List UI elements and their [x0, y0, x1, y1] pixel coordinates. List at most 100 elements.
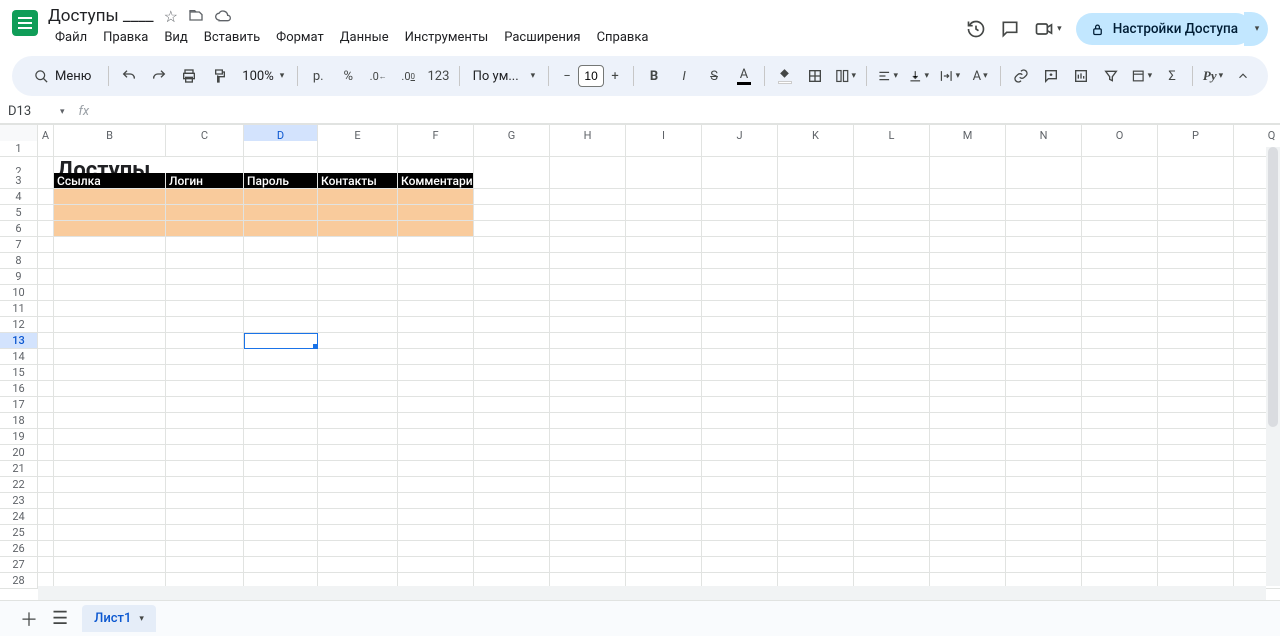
link-button[interactable]: [1008, 62, 1034, 90]
cell-H17[interactable]: [550, 397, 626, 413]
formula-input[interactable]: [97, 100, 1280, 123]
cell-L3[interactable]: [854, 173, 930, 189]
cell-H26[interactable]: [550, 541, 626, 557]
cell-P6[interactable]: [1158, 221, 1234, 237]
cell-A24[interactable]: [38, 509, 54, 525]
cell-N23[interactable]: [1006, 493, 1082, 509]
cell-F10[interactable]: [398, 285, 474, 301]
cell-A8[interactable]: [38, 253, 54, 269]
cell-H15[interactable]: [550, 365, 626, 381]
cell-D4[interactable]: [244, 189, 318, 205]
cell-F25[interactable]: [398, 525, 474, 541]
cell-M12[interactable]: [930, 317, 1006, 333]
zoom-select[interactable]: 100% ▾: [236, 69, 290, 84]
row-header-17[interactable]: 17: [0, 397, 38, 413]
cell-A3[interactable]: [38, 173, 54, 189]
cell-P4[interactable]: [1158, 189, 1234, 205]
cell-L9[interactable]: [854, 269, 930, 285]
valign-button[interactable]: ▾: [905, 62, 932, 90]
cell-G6[interactable]: [474, 221, 550, 237]
cell-C27[interactable]: [166, 557, 244, 573]
cell-K7[interactable]: [778, 237, 854, 253]
cell-L11[interactable]: [854, 301, 930, 317]
cell-D18[interactable]: [244, 413, 318, 429]
cell-A1[interactable]: [38, 141, 54, 157]
move-icon[interactable]: [188, 8, 204, 24]
cell-O9[interactable]: [1082, 269, 1158, 285]
cell-N13[interactable]: [1006, 333, 1082, 349]
cell-E11[interactable]: [318, 301, 398, 317]
cell-E9[interactable]: [318, 269, 398, 285]
cell-O21[interactable]: [1082, 461, 1158, 477]
menu-edit[interactable]: Правка: [96, 28, 155, 47]
history-icon[interactable]: [966, 19, 986, 39]
cell-B18[interactable]: [54, 413, 166, 429]
cell-G23[interactable]: [474, 493, 550, 509]
cell-G16[interactable]: [474, 381, 550, 397]
cell-P18[interactable]: [1158, 413, 1234, 429]
chart-button[interactable]: [1068, 62, 1094, 90]
cell-P10[interactable]: [1158, 285, 1234, 301]
cell-F24[interactable]: [398, 509, 474, 525]
cell-P7[interactable]: [1158, 237, 1234, 253]
cell-O12[interactable]: [1082, 317, 1158, 333]
cell-F5[interactable]: [398, 205, 474, 221]
cell-N15[interactable]: [1006, 365, 1082, 381]
cell-M5[interactable]: [930, 205, 1006, 221]
cell-K20[interactable]: [778, 445, 854, 461]
cell-F4[interactable]: [398, 189, 474, 205]
cell-N5[interactable]: [1006, 205, 1082, 221]
cell-I6[interactable]: [626, 221, 702, 237]
cell-O14[interactable]: [1082, 349, 1158, 365]
cell-E6[interactable]: [318, 221, 398, 237]
cell-P5[interactable]: [1158, 205, 1234, 221]
menu-file[interactable]: Файл: [48, 28, 94, 47]
cell-J11[interactable]: [702, 301, 778, 317]
cell-O8[interactable]: [1082, 253, 1158, 269]
cell-D8[interactable]: [244, 253, 318, 269]
cell-L17[interactable]: [854, 397, 930, 413]
cell-K4[interactable]: [778, 189, 854, 205]
row-header-7[interactable]: 7: [0, 237, 38, 253]
cell-A17[interactable]: [38, 397, 54, 413]
cell-O25[interactable]: [1082, 525, 1158, 541]
cell-K21[interactable]: [778, 461, 854, 477]
cell-D27[interactable]: [244, 557, 318, 573]
cell-J5[interactable]: [702, 205, 778, 221]
cell-N25[interactable]: [1006, 525, 1082, 541]
cell-G24[interactable]: [474, 509, 550, 525]
add-sheet-button[interactable]: ＋: [20, 606, 38, 632]
cell-E19[interactable]: [318, 429, 398, 445]
cell-H5[interactable]: [550, 205, 626, 221]
cell-F26[interactable]: [398, 541, 474, 557]
cell-N17[interactable]: [1006, 397, 1082, 413]
cell-N18[interactable]: [1006, 413, 1082, 429]
cell-B12[interactable]: [54, 317, 166, 333]
cell-I12[interactable]: [626, 317, 702, 333]
cell-G14[interactable]: [474, 349, 550, 365]
cell-A22[interactable]: [38, 477, 54, 493]
cell-B6[interactable]: [54, 221, 166, 237]
cell-H11[interactable]: [550, 301, 626, 317]
cell-I11[interactable]: [626, 301, 702, 317]
cell-A13[interactable]: [38, 333, 54, 349]
cell-E20[interactable]: [318, 445, 398, 461]
cell-K10[interactable]: [778, 285, 854, 301]
cell-J13[interactable]: [702, 333, 778, 349]
horizontal-scrollbar[interactable]: [38, 586, 1266, 600]
row-header-19[interactable]: 19: [0, 429, 38, 445]
font-size-input[interactable]: [578, 65, 604, 87]
cell-L1[interactable]: [854, 141, 930, 157]
cell-F23[interactable]: [398, 493, 474, 509]
cell-M8[interactable]: [930, 253, 1006, 269]
cell-E21[interactable]: [318, 461, 398, 477]
redo-button[interactable]: [146, 62, 172, 90]
cell-N8[interactable]: [1006, 253, 1082, 269]
cell-H23[interactable]: [550, 493, 626, 509]
cell-O4[interactable]: [1082, 189, 1158, 205]
cell-N9[interactable]: [1006, 269, 1082, 285]
cell-G4[interactable]: [474, 189, 550, 205]
cell-A5[interactable]: [38, 205, 54, 221]
cell-J9[interactable]: [702, 269, 778, 285]
cell-N16[interactable]: [1006, 381, 1082, 397]
